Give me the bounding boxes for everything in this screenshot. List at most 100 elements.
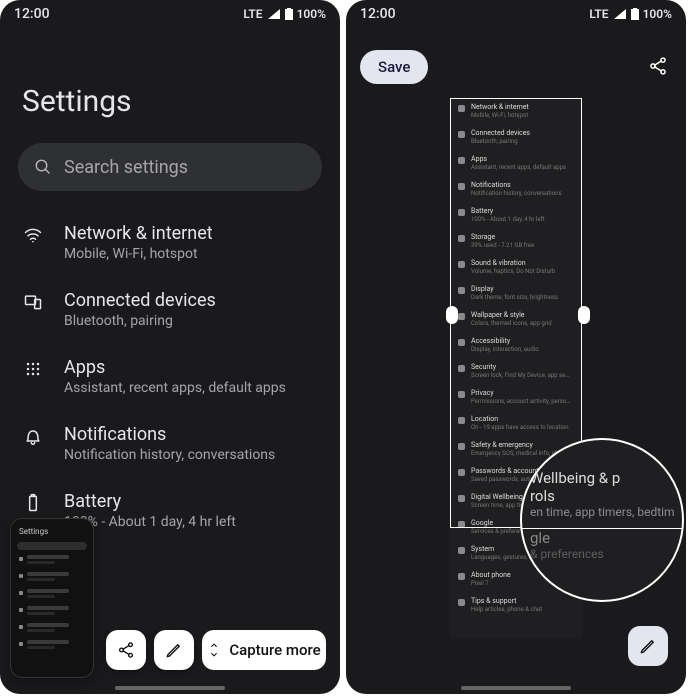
preview-item-icon [458, 261, 465, 268]
battery-status-icon [285, 8, 293, 20]
preview-item-icon [458, 599, 465, 606]
preview-item: Tips & support Help articles, phone & ch… [450, 592, 582, 618]
preview-item-icon [458, 417, 465, 424]
crop-handle-left[interactable] [446, 306, 458, 324]
preview-item-icon [458, 313, 465, 320]
settings-header: Settings [0, 24, 340, 133]
status-network: LTE [243, 7, 262, 21]
preview-item: Apps Assistant, recent apps, default app… [450, 150, 582, 176]
thumb-row [11, 620, 93, 637]
phone-scroll-capture-screen: 12:00 LTE 100% Save Network & internet M… [346, 0, 686, 694]
preview-item: Wallpaper & style Colors, themed icons, … [450, 306, 582, 332]
status-battery: 100% [643, 7, 672, 21]
capture-more-button[interactable]: Capture more [202, 630, 326, 670]
preview-item-icon [458, 469, 465, 476]
expand-vertical-icon [207, 642, 221, 658]
preview-item-icon [458, 339, 465, 346]
crop-handle-right[interactable] [578, 306, 590, 324]
edit-button[interactable] [628, 626, 668, 666]
screenshot-actions: Capture more [106, 630, 326, 670]
settings-list: Network & internet Mobile, Wi-Fi, hotspo… [0, 199, 340, 544]
status-network: LTE [589, 7, 608, 21]
share-button[interactable] [106, 630, 146, 670]
preview-item-icon [458, 391, 465, 398]
preview-item-icon [458, 547, 465, 554]
preview-item: Privacy Permissions, account activity, p… [450, 384, 582, 410]
settings-item-notifications[interactable]: Notifications Notification history, conv… [0, 410, 340, 477]
signal-icon [613, 8, 627, 20]
preview-item-icon [458, 157, 465, 164]
settings-item-title: Notifications [64, 424, 275, 445]
preview-item: Sound & vibration Volume, haptics, Do No… [450, 254, 582, 280]
save-button[interactable]: Save [360, 50, 428, 84]
settings-item-sub: Mobile, Wi-Fi, hotspot [64, 246, 213, 262]
status-time: 12:00 [14, 6, 50, 22]
search-placeholder: Search settings [64, 157, 188, 178]
settings-item-sub: Assistant, recent apps, default apps [64, 380, 286, 396]
settings-item-apps[interactable]: Apps Assistant, recent apps, default app… [0, 343, 340, 410]
phone-settings-screen: 12:00 LTE 100% Settings Search settings … [0, 0, 340, 694]
preview-item-icon [458, 235, 465, 242]
preview-item: Battery 100% - About 1 day, 4 hr left [450, 202, 582, 228]
battery-icon [22, 491, 44, 513]
preview-item-icon [458, 105, 465, 112]
settings-item-network-internet[interactable]: Network & internet Mobile, Wi-Fi, hotspo… [0, 209, 340, 276]
preview-item: Location On - 19 apps have access to loc… [450, 410, 582, 436]
preview-item: Display Dark theme, font size, brightnes… [450, 280, 582, 306]
pencil-icon [165, 641, 183, 659]
thumb-row [11, 569, 93, 586]
search-settings[interactable]: Search settings [18, 143, 322, 191]
preview-item: Storage 39% used - 7.21 GB free [450, 228, 582, 254]
preview-item-icon [458, 495, 465, 502]
status-battery: 100% [297, 7, 326, 21]
status-bar: 12:00 LTE 100% [0, 0, 340, 24]
share-icon [648, 56, 668, 76]
thumb-title: Settings [11, 519, 93, 540]
search-icon [34, 158, 52, 176]
thumb-row [11, 586, 93, 603]
settings-item-title: Apps [64, 357, 286, 378]
settings-item-connected-devices[interactable]: Connected devices Bluetooth, pairing [0, 276, 340, 343]
screenshot-thumbnail[interactable]: Settings [10, 518, 94, 678]
preview-item: Connected devices Bluetooth, pairing [450, 124, 582, 150]
thumb-search [17, 542, 87, 550]
bell-icon [22, 424, 44, 446]
preview-item: Notifications Notification history, conv… [450, 176, 582, 202]
capture-more-label: Capture more [229, 641, 320, 659]
thumb-row [11, 552, 93, 569]
magnifier-item2-title: gle [530, 529, 682, 547]
settings-item-sub: Notification history, conversations [64, 447, 275, 463]
apps-grid-icon [22, 357, 44, 379]
pencil-icon [639, 637, 657, 655]
preview-item-icon [458, 443, 465, 450]
share-icon [117, 641, 135, 659]
signal-icon [267, 8, 281, 20]
magnifier-item-sub: en time, app timers, bedtim [530, 505, 682, 519]
preview-item-icon [458, 183, 465, 190]
wifi-icon [22, 223, 44, 245]
nav-handle [461, 686, 571, 690]
preview-item: Accessibility Display, interaction, audi… [450, 332, 582, 358]
preview-item-icon [458, 209, 465, 216]
preview-item-icon [458, 521, 465, 528]
settings-item-sub: Bluetooth, pairing [64, 313, 216, 329]
thumb-row [11, 603, 93, 620]
preview-item-icon [458, 365, 465, 372]
preview-item: Network & internet Mobile, Wi-Fi, hotspo… [450, 98, 582, 124]
magnifier-loupe: Wellbeing & p rols en time, app timers, … [520, 438, 684, 602]
status-time: 12:00 [360, 6, 396, 22]
settings-item-title: Network & internet [64, 223, 213, 244]
page-title: Settings [22, 84, 318, 119]
devices-icon [22, 290, 44, 312]
edit-button[interactable] [154, 630, 194, 670]
battery-status-icon [631, 8, 639, 20]
share-button[interactable] [648, 56, 668, 80]
preview-item-icon [458, 287, 465, 294]
magnifier-item2-sub: & preferences [530, 547, 682, 561]
status-bar: 12:00 LTE 100% [346, 0, 686, 24]
magnifier-item-title: Wellbeing & p [530, 469, 682, 487]
settings-item-title: Battery [64, 491, 236, 512]
preview-item-icon [458, 131, 465, 138]
magnifier-divider [522, 528, 682, 529]
preview-item-icon [458, 573, 465, 580]
